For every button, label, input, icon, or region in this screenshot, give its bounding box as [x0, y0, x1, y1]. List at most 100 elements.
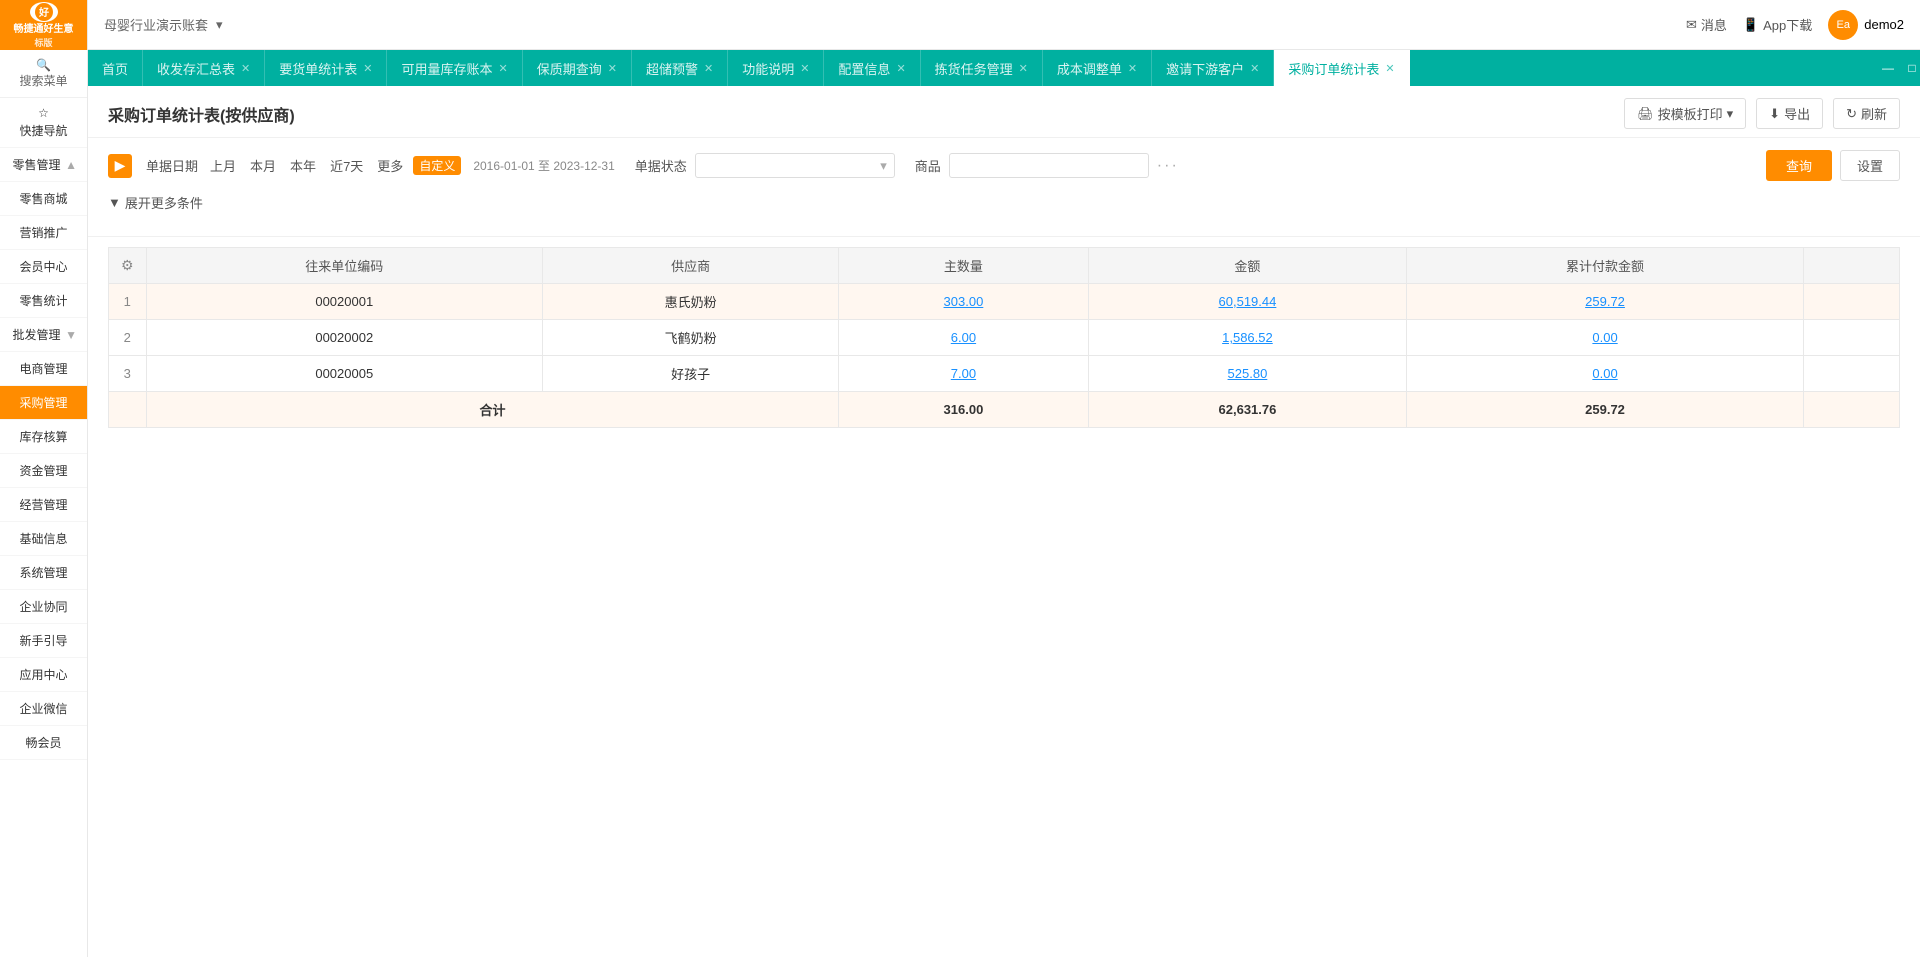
- row-1-paid: 259.72: [1407, 284, 1803, 320]
- row-1-paid-link[interactable]: 259.72: [1585, 294, 1625, 309]
- export-button[interactable]: ⬇ 导出: [1756, 98, 1823, 129]
- tab-paihuorenwu[interactable]: 拣货任务管理 ✕: [921, 50, 1043, 86]
- query-button[interactable]: 查询: [1766, 150, 1832, 181]
- tab-peizhi[interactable]: 配置信息 ✕: [824, 50, 920, 86]
- tab-close-4[interactable]: ✕: [608, 62, 617, 75]
- app-download-button[interactable]: 📱 App下载: [1743, 15, 1812, 34]
- row-2-index: 2: [109, 320, 147, 356]
- table-area: ⚙ 往来单位编码 供应商 主数量 金额 累计付款金额 1 00020001: [88, 247, 1920, 448]
- tab-close-3[interactable]: ✕: [499, 62, 508, 75]
- sidebar-item-marketing[interactable]: 营销推广: [0, 216, 87, 250]
- tab-close-6[interactable]: ✕: [800, 62, 809, 75]
- row-2-amount-link[interactable]: 1,586.52: [1222, 330, 1273, 345]
- tab-chengben[interactable]: 成本调整单 ✕: [1043, 50, 1152, 86]
- tab-close-8[interactable]: ✕: [1019, 62, 1028, 75]
- row-2-quantity-link[interactable]: 6.00: [951, 330, 976, 345]
- app-logo: 好 畅捷通好生意 标版: [0, 0, 87, 50]
- sidebar-item-purchase[interactable]: 采购管理: [0, 386, 87, 420]
- tab-shoufacun[interactable]: 收发存汇总表 ✕: [143, 50, 265, 86]
- filter-toggle-button[interactable]: ▶: [108, 154, 132, 178]
- page-header: 采购订单统计表(按供应商) 🖨 按模板打印 ▾ ⬇ 导出 ↻ 刷新: [88, 86, 1920, 138]
- workspace-dropdown-icon: ▾: [216, 17, 223, 33]
- tab-close-11[interactable]: ✕: [1385, 62, 1394, 75]
- goods-more-button[interactable]: ···: [1157, 157, 1179, 175]
- tab-gongneng[interactable]: 功能说明 ✕: [728, 50, 824, 86]
- table-row[interactable]: 2 00020002 飞鹤奶粉 6.00 1,586.52 0.00: [109, 320, 1900, 356]
- settings-button[interactable]: 设置: [1840, 150, 1900, 181]
- row-3-paid-link[interactable]: 0.00: [1592, 366, 1617, 381]
- goods-input[interactable]: [949, 153, 1149, 178]
- tab-yaoqing[interactable]: 邀请下游客户 ✕: [1152, 50, 1274, 86]
- window-controls: — □: [1880, 60, 1920, 76]
- more-dates-btn[interactable]: 更多: [373, 155, 407, 176]
- tab-keyong[interactable]: 可用量库存账本 ✕: [387, 50, 522, 86]
- sidebar-item-ecommerce[interactable]: 电商管理: [0, 352, 87, 386]
- sidebar-item-ops[interactable]: 经营管理: [0, 488, 87, 522]
- minimize-button[interactable]: —: [1880, 60, 1896, 76]
- row-1-quantity-link[interactable]: 303.00: [944, 294, 984, 309]
- expand-more-button[interactable]: ▼ 展开更多条件: [108, 189, 203, 216]
- sidebar-item-finance[interactable]: 资金管理: [0, 454, 87, 488]
- maximize-button[interactable]: □: [1904, 60, 1920, 76]
- sidebar-item-member[interactable]: 会员中心: [0, 250, 87, 284]
- sidebar-item-newbie[interactable]: 新手引导: [0, 624, 87, 658]
- sidebar-item-retail-stat[interactable]: 零售统计: [0, 284, 87, 318]
- table-row[interactable]: 3 00020005 好孩子 7.00 525.80 0.00: [109, 356, 1900, 392]
- tab-home[interactable]: 首页: [88, 50, 143, 86]
- sidebar-item-retail-mgmt[interactable]: 零售管理 ▲: [0, 148, 87, 182]
- sidebar-item-quick-nav[interactable]: ☆ 快捷导航: [0, 98, 87, 148]
- app-name: 畅捷通好生意: [14, 24, 74, 36]
- tab-caigou[interactable]: 采购订单统计表 ✕: [1274, 50, 1409, 86]
- tab-close-7[interactable]: ✕: [896, 62, 905, 75]
- column-settings-icon[interactable]: ⚙: [121, 257, 134, 273]
- sidebar-item-wechat[interactable]: 企业微信: [0, 692, 87, 726]
- sidebar-item-system[interactable]: 系统管理: [0, 556, 87, 590]
- row-3-amount-link[interactable]: 525.80: [1228, 366, 1268, 381]
- workspace-selector[interactable]: 母婴行业演示账套 ▾: [104, 15, 223, 34]
- row-2-code: 00020002: [146, 320, 542, 356]
- last-7-days-btn[interactable]: 近7天: [326, 155, 367, 176]
- sidebar: 好 畅捷通好生意 标版 🔍 搜索菜单 ☆ 快捷导航 零售管理 ▲ 零售商城 营销…: [0, 0, 88, 957]
- total-amount: 62,631.76: [1088, 392, 1407, 428]
- tab-close-9[interactable]: ✕: [1128, 62, 1137, 75]
- sidebar-item-member2[interactable]: 畅会员: [0, 726, 87, 760]
- tab-close-10[interactable]: ✕: [1250, 62, 1259, 75]
- tab-baozhi[interactable]: 保质期查询 ✕: [523, 50, 632, 86]
- table-row[interactable]: 1 00020001 惠氏奶粉 303.00 60,519.44 259.72: [109, 284, 1900, 320]
- tab-chaochuyujing[interactable]: 超储预警 ✕: [632, 50, 728, 86]
- sidebar-item-search[interactable]: 🔍 搜索菜单: [0, 50, 87, 98]
- sidebar-item-app-center[interactable]: 应用中心: [0, 658, 87, 692]
- table-footer: 合计 316.00 62,631.76 259.72: [109, 392, 1900, 428]
- tab-close-5[interactable]: ✕: [704, 62, 713, 75]
- sidebar-item-wholesale[interactable]: 批发管理 ▼: [0, 318, 87, 352]
- tab-close-2[interactable]: ✕: [363, 62, 372, 75]
- page-title: 采购订单统计表(按供应商): [108, 102, 295, 126]
- row-3-quantity-link[interactable]: 7.00: [951, 366, 976, 381]
- print-icon: 🖨: [1637, 106, 1654, 122]
- sidebar-item-inventory[interactable]: 库存核算: [0, 420, 87, 454]
- message-icon: ✉: [1686, 17, 1697, 33]
- status-select[interactable]: [695, 153, 895, 178]
- row-2-paid-link[interactable]: 0.00: [1592, 330, 1617, 345]
- this-year-btn[interactable]: 本年: [286, 155, 320, 176]
- row-1-extra: [1803, 284, 1899, 320]
- tab-yaohuo[interactable]: 要货单统计表 ✕: [265, 50, 387, 86]
- status-label: 单据状态: [635, 156, 687, 175]
- filter-area: ▶ 单据日期 上月 本月 本年 近7天 更多 自定义 2016-01-01 至 …: [88, 138, 1920, 237]
- row-1-amount-link[interactable]: 60,519.44: [1219, 294, 1277, 309]
- sidebar-item-basic[interactable]: 基础信息: [0, 522, 87, 556]
- col-code-header: 往来单位编码: [146, 248, 542, 284]
- custom-date-badge[interactable]: 自定义: [413, 156, 461, 175]
- sidebar-item-retail-mall[interactable]: 零售商城: [0, 182, 87, 216]
- avatar: Ea: [1828, 10, 1858, 40]
- sidebar-item-enterprise[interactable]: 企业协同: [0, 590, 87, 624]
- this-month-btn[interactable]: 本月: [246, 155, 280, 176]
- refresh-button[interactable]: ↻ 刷新: [1833, 98, 1900, 129]
- user-profile[interactable]: Ea demo2: [1828, 10, 1904, 40]
- row-1-amount: 60,519.44: [1088, 284, 1407, 320]
- col-quantity-header: 主数量: [839, 248, 1088, 284]
- tab-close-1[interactable]: ✕: [241, 62, 250, 75]
- template-print-button[interactable]: 🖨 按模板打印 ▾: [1624, 98, 1746, 129]
- last-month-btn[interactable]: 上月: [206, 155, 240, 176]
- message-button[interactable]: ✉ 消息: [1686, 15, 1727, 34]
